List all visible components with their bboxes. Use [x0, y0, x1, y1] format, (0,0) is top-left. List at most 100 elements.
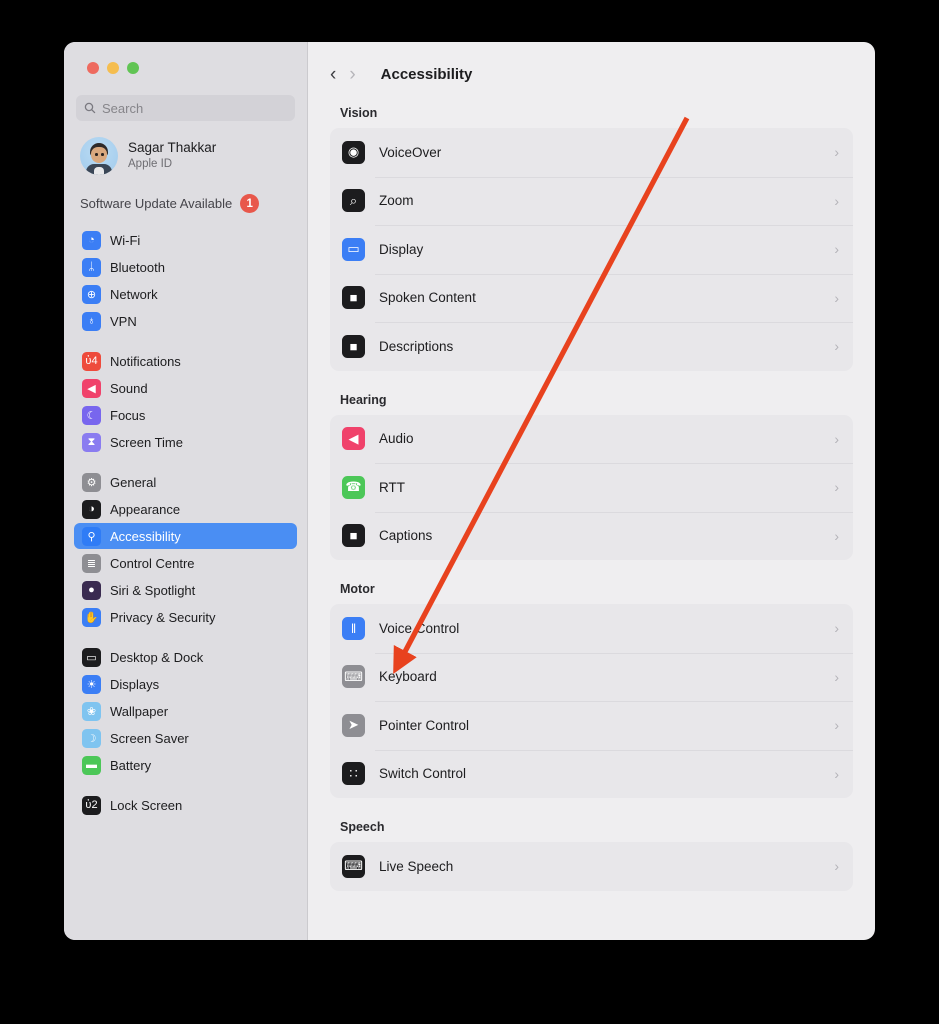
sidebar-item-desktop-dock[interactable]: ▭ Desktop & Dock	[74, 644, 297, 670]
sidebar-item-screen-time[interactable]: ⧗ Screen Time	[74, 429, 297, 455]
sidebar-item-general[interactable]: ⚙ General	[74, 469, 297, 495]
display-icon: ▭	[342, 237, 365, 261]
sidebar: Search Sagar Thakkar Apple ID Software U…	[64, 42, 308, 940]
settings-row-display[interactable]: ▭ Display ›	[330, 225, 853, 274]
settings-row-label: RTT	[379, 479, 405, 495]
sidebar-item-label: Privacy & Security	[110, 609, 216, 625]
battery-icon: ▬	[82, 755, 101, 775]
audio-speaker-icon: ◀	[342, 427, 365, 451]
sidebar-item-label: Wallpaper	[110, 703, 169, 719]
sidebar-item-battery[interactable]: ▬ Battery	[74, 752, 297, 778]
settings-row-live-speech[interactable]: ⌨ Live Speech ›	[330, 842, 853, 891]
settings-row-label: Display	[379, 241, 424, 257]
sidebar-item-control-centre[interactable]: ≣ Control Centre	[74, 550, 297, 576]
settings-card: ‖ Voice Control › ⌨ Keyboard › ➤ Pointer Contro…	[330, 604, 853, 798]
siri-icon: ●	[82, 580, 101, 600]
sidebar-item-lock-screen[interactable]: ὑ2 Lock Screen	[74, 792, 297, 818]
sidebar-item-focus[interactable]: ☾ Focus	[74, 402, 297, 428]
zoom-button[interactable]	[127, 62, 139, 74]
sidebar-item-label: Appearance	[110, 501, 181, 517]
screen-saver-icon: ☽	[82, 728, 101, 748]
settings-row-audio[interactable]: ◀ Audio ›	[330, 415, 853, 464]
sidebar-item-siri-spotlight[interactable]: ● Siri & Spotlight	[74, 577, 297, 603]
account-name: Sagar Thakkar	[128, 140, 217, 156]
sidebar-item-displays[interactable]: ☀ Displays	[74, 671, 297, 697]
sidebar-item-label: Lock Screen	[110, 797, 183, 813]
software-update-row[interactable]: Software Update Available 1	[80, 194, 295, 213]
moon-icon: ☾	[82, 405, 101, 425]
sidebar-item-wi-fi[interactable]: ◔ Wi-Fi	[74, 227, 297, 253]
settings-row-label: Voice Control	[379, 620, 460, 636]
sidebar-item-label: Battery	[110, 757, 152, 773]
sidebar-item-screen-saver[interactable]: ☽ Screen Saver	[74, 725, 297, 751]
sidebar-item-label: Notifications	[110, 353, 181, 369]
desktop-dock-icon: ▭	[82, 647, 101, 667]
sidebar-item-appearance[interactable]: ◑ Appearance	[74, 496, 297, 522]
sidebar-item-label: Control Centre	[110, 555, 195, 571]
sidebar-group: ⚙ General ◑ Appearance ⚲ Accessibility ≣ Contro…	[74, 469, 297, 630]
software-update-label: Software Update Available	[80, 196, 233, 211]
voiceover-icon: ◉	[342, 140, 365, 164]
gear-icon: ⚙	[82, 472, 101, 492]
sidebar-item-bluetooth[interactable]: ᛦ Bluetooth	[74, 254, 297, 280]
account-row[interactable]: Sagar Thakkar Apple ID	[80, 137, 295, 175]
content-pane: ‹ › Accessibility Vision ◉ VoiceOver › ⌕ Zoom…	[308, 42, 875, 940]
search-input[interactable]: Search	[76, 95, 295, 121]
sidebar-item-accessibility[interactable]: ⚲ Accessibility	[74, 523, 297, 549]
accessibility-icon: ⚲	[82, 526, 101, 546]
sidebar-item-label: Displays	[110, 676, 160, 692]
close-button[interactable]	[87, 62, 99, 74]
sidebar-item-notifications[interactable]: ὑ4 Notifications	[74, 348, 297, 374]
sidebar-item-label: Screen Saver	[110, 730, 189, 746]
sidebar-group: ὑ2 Lock Screen	[74, 792, 297, 818]
settings-row-keyboard[interactable]: ⌨ Keyboard ›	[330, 652, 853, 702]
chevron-right-icon: ›	[834, 858, 839, 875]
vpn-globe-icon: ♁	[82, 311, 101, 331]
settings-row-label: Zoom	[379, 193, 414, 209]
minimize-button[interactable]	[107, 62, 119, 74]
settings-row-label: Captions	[379, 528, 433, 544]
search-icon	[84, 102, 96, 114]
settings-row-label: Descriptions	[379, 338, 454, 354]
settings-list[interactable]: Vision ◉ VoiceOver › ⌕ Zoom › ▭ Display › ■ Spoken …	[308, 106, 875, 891]
settings-row-label: Keyboard	[379, 669, 437, 685]
chevron-right-icon: ›	[834, 527, 839, 544]
chevron-right-icon: ›	[834, 289, 839, 306]
settings-row-voiceover[interactable]: ◉ VoiceOver ›	[330, 128, 853, 177]
globe-icon: ⊕	[82, 284, 101, 304]
sidebar-item-network[interactable]: ⊕ Network	[74, 281, 297, 307]
sidebar-group: ▭ Desktop & Dock ☀ Displays ❀ Wallpaper ☽ Scree…	[74, 644, 297, 778]
voice-control-icon: ‖	[342, 616, 365, 640]
sidebar-item-label: General	[110, 474, 157, 490]
settings-row-rtt[interactable]: ☎ RTT ›	[330, 463, 853, 512]
sidebar-item-label: Desktop & Dock	[110, 649, 204, 665]
sidebar-item-privacy-security[interactable]: ✋ Privacy & Security	[74, 604, 297, 630]
lock-icon: ὑ2	[82, 795, 101, 815]
settings-row-switch-control[interactable]: ∷ Switch Control ›	[330, 749, 853, 799]
chevron-right-icon: ›	[834, 717, 839, 734]
back-button[interactable]: ‹	[330, 65, 336, 84]
settings-row-pointer-control[interactable]: ➤ Pointer Control ›	[330, 701, 853, 750]
forward-button[interactable]: ›	[349, 65, 355, 84]
settings-row-captions[interactable]: ■ Captions ›	[330, 511, 853, 561]
sidebar-item-vpn[interactable]: ♁ VPN	[74, 308, 297, 334]
settings-row-descriptions[interactable]: ■ Descriptions ›	[330, 322, 853, 371]
pointer-cursor-icon: ➤	[342, 713, 365, 737]
sidebar-item-sound[interactable]: ◀ Sound	[74, 375, 297, 401]
section-title: Speech	[340, 820, 385, 834]
settings-row-label: Spoken Content	[379, 290, 476, 306]
settings-card: ◀ Audio › ☎ RTT › ■ Captions ›	[330, 414, 853, 561]
wifi-icon: ◔	[82, 230, 101, 250]
settings-row-zoom[interactable]: ⌕ Zoom ›	[330, 176, 853, 226]
chevron-right-icon: ›	[834, 338, 839, 355]
control-centre-icon: ≣	[82, 553, 101, 573]
settings-row-voice-control[interactable]: ‖ Voice Control ›	[330, 604, 853, 653]
chevron-right-icon: ›	[834, 668, 839, 685]
keyboard-icon: ⌨	[342, 665, 365, 689]
sidebar-group: ὑ4 Notifications ◀ Sound ☾ Focus ⧗ Screen Time	[74, 348, 297, 455]
speaker-icon: ◀	[82, 378, 101, 398]
settings-row-spoken-content[interactable]: ■ Spoken Content ›	[330, 273, 853, 323]
toolbar: ‹ › Accessibility	[308, 42, 875, 84]
settings-row-label: Pointer Control	[379, 717, 470, 733]
sidebar-item-wallpaper[interactable]: ❀ Wallpaper	[74, 698, 297, 724]
